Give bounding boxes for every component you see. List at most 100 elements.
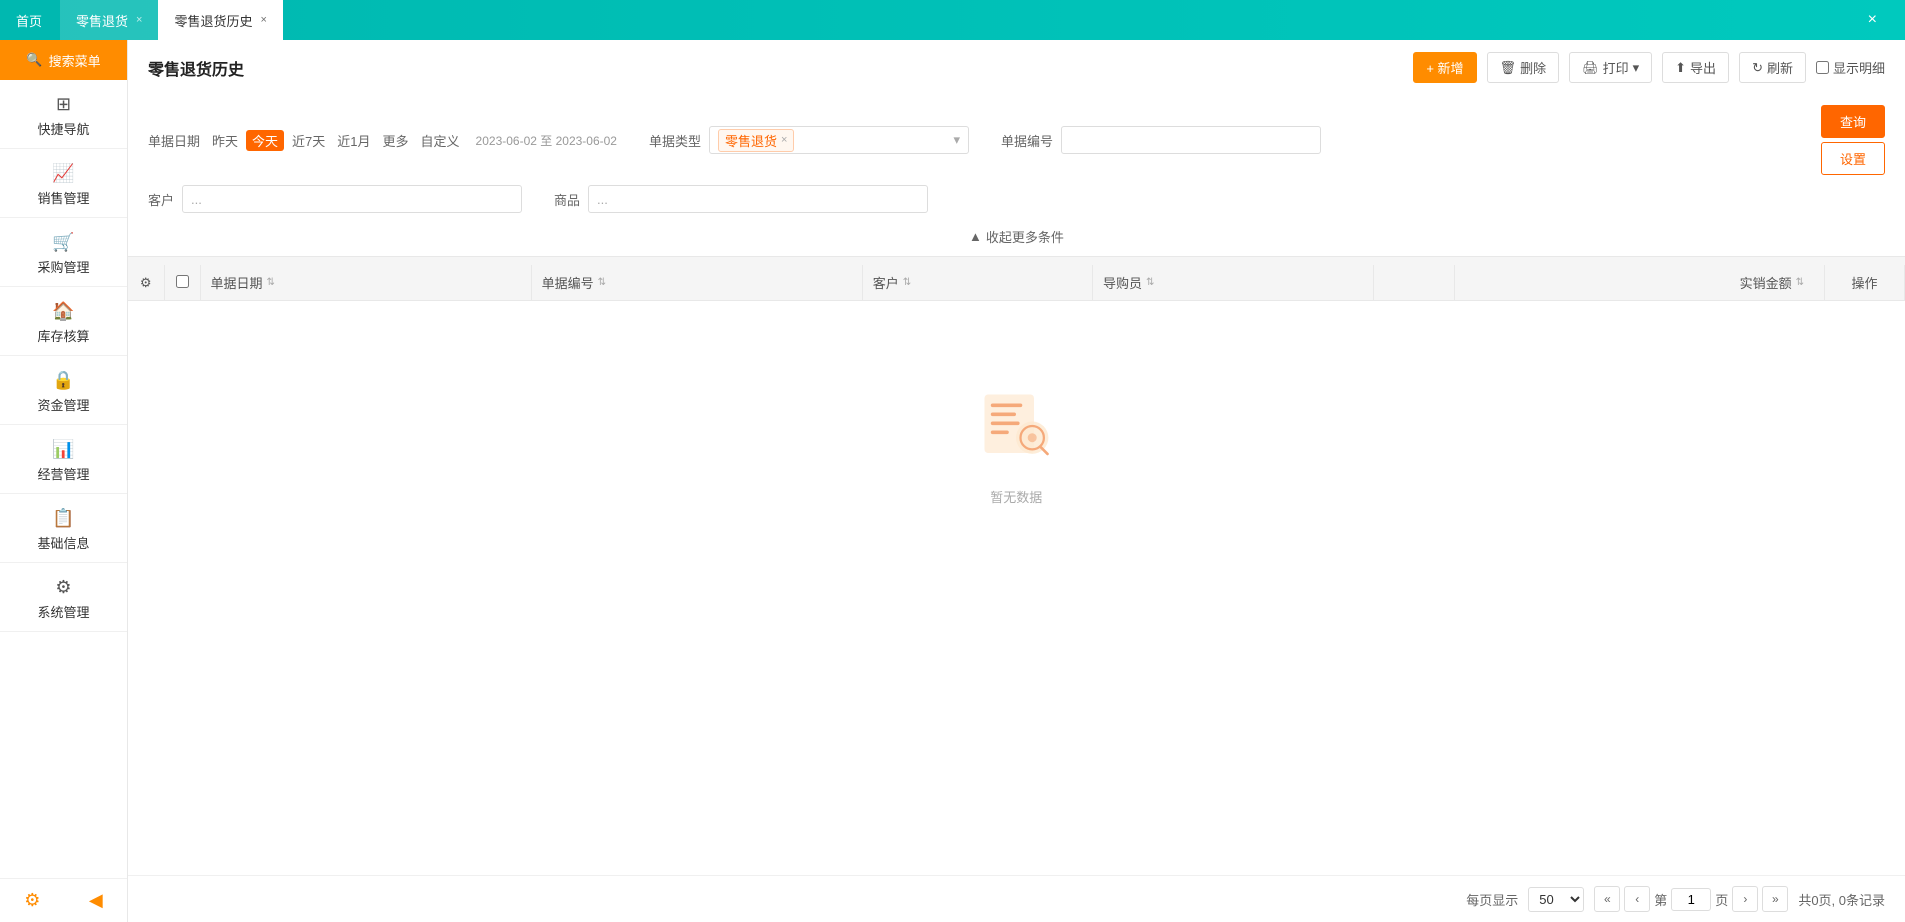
type-dropdown-icon: ▾ (953, 132, 960, 148)
search-icon: 🔍 (26, 52, 42, 68)
date-opt-more[interactable]: 更多 (379, 130, 413, 151)
date-range-text: 2023-06-02 至 2023-06-02 (476, 132, 617, 149)
operations-icon: 📊 (52, 439, 74, 460)
page-number-input[interactable] (1671, 888, 1711, 911)
filter-area: 单据日期 昨天 今天 近7天 近1月 更多 自定义 2023-06-02 至 2… (148, 95, 1885, 256)
refresh-button[interactable]: ↻ 刷新 (1739, 52, 1806, 83)
sidebar-search[interactable]: 🔍 搜索菜单 (0, 40, 127, 80)
sidebar-item-label: 资金管理 (37, 395, 89, 414)
type-filter-select[interactable]: 零售退货 × ▾ (709, 126, 969, 154)
more-conditions: ▲ 收起更多条件 (148, 223, 1885, 256)
table-header-customer: 客户 ⇅ (862, 265, 1092, 301)
sort-guide-icon: ⇅ (1146, 277, 1154, 288)
sidebar-item-system[interactable]: ⚙ 系统管理 (0, 563, 127, 632)
export-button[interactable]: ⬆ 导出 (1662, 52, 1729, 83)
window-close-button[interactable]: × (1856, 11, 1889, 29)
sidebar-bottom: ⚙ ◀ (0, 878, 127, 922)
sidebar-item-operations[interactable]: 📊 经营管理 (0, 425, 127, 494)
sidebar-item-sales-mgmt[interactable]: 📈 销售管理 (0, 149, 127, 218)
sidebar: 🔍 搜索菜单 ⊞ 快捷导航 📈 销售管理 🛒 采购管理 🏠 库存核算 🔒 (0, 40, 128, 922)
sidebar-item-inventory[interactable]: 🏠 库存核算 (0, 287, 127, 356)
tab-home[interactable]: 首页 (0, 0, 58, 40)
page-prev-button[interactable]: ‹ (1624, 886, 1650, 912)
table-header-guide: 导购员 ⇅ (1092, 265, 1373, 301)
print-button[interactable]: 🖨 打印 ▾ (1569, 52, 1652, 83)
pagination-nav: « ‹ 第 页 › » (1594, 886, 1788, 912)
sidebar-item-finance[interactable]: 🔒 资金管理 (0, 356, 127, 425)
sidebar-item-label: 采购管理 (37, 257, 89, 276)
tab-close-retail-return-history[interactable]: × (260, 14, 266, 26)
sort-date[interactable]: 单据日期 ⇅ (211, 273, 521, 292)
table-header: ⚙ 单据日期 ⇅ 单据编号 (128, 265, 1905, 301)
print-icon: 🖨 (1582, 60, 1599, 76)
show-detail-checkbox-label[interactable]: 显示明细 (1816, 58, 1885, 77)
sidebar-items: ⊞ 快捷导航 📈 销售管理 🛒 采购管理 🏠 库存核算 🔒 资金管理 📊 (0, 80, 127, 878)
sidebar-item-basic-info[interactable]: 📋 基础信息 (0, 494, 127, 563)
date-opt-today[interactable]: 今天 (246, 130, 284, 151)
sort-amount-icon: ⇅ (1796, 277, 1804, 288)
tab-close-retail-return[interactable]: × (136, 14, 142, 26)
type-tag: 零售退货 × (718, 129, 794, 152)
per-page-select[interactable]: 50 10 20 100 (1528, 887, 1584, 912)
refresh-icon: ↻ (1752, 60, 1763, 76)
page-last-button[interactable]: » (1762, 886, 1788, 912)
sidebar-item-purchase-mgmt[interactable]: 🛒 采购管理 (0, 218, 127, 287)
show-detail-checkbox[interactable] (1816, 61, 1829, 74)
collapse-sidebar-icon[interactable]: ◀ (89, 890, 103, 911)
sort-number[interactable]: 单据编号 ⇅ (542, 273, 852, 292)
empty-state: 暂无数据 (128, 301, 1905, 586)
date-opt-7days[interactable]: 近7天 (288, 130, 329, 151)
table-header-checkbox (164, 265, 200, 301)
table-header-amount: 实销金额 ⇅ (1455, 265, 1825, 301)
date-opt-yesterday[interactable]: 昨天 (208, 130, 242, 151)
settings-bottom-icon[interactable]: ⚙ (24, 890, 40, 911)
sidebar-item-label: 库存核算 (37, 326, 89, 345)
table-header-date: 单据日期 ⇅ (200, 265, 531, 301)
customer-filter-label: 客户 (148, 190, 174, 209)
sort-guide[interactable]: 导购员 ⇅ (1103, 273, 1363, 292)
action-buttons: 查询 设置 (1821, 105, 1885, 175)
page-first-button[interactable]: « (1594, 886, 1620, 912)
table-header-settings[interactable]: ⚙ (128, 265, 164, 301)
date-filter-group: 单据日期 昨天 今天 近7天 近1月 更多 自定义 2023-06-02 至 2… (148, 130, 617, 151)
date-opt-custom[interactable]: 自定义 (417, 130, 464, 151)
finance-icon: 🔒 (52, 370, 74, 391)
sidebar-item-quick-nav[interactable]: ⊞ 快捷导航 (0, 80, 127, 149)
delete-button[interactable]: 🗑 删除 (1487, 52, 1560, 83)
pagination-bar: 每页显示 50 10 20 100 « ‹ 第 页 › » 共0页, 0条记录 (128, 875, 1905, 922)
customer-dotdot: ... (191, 192, 202, 207)
goods-dotdot: ... (597, 192, 608, 207)
empty-state-text: 暂无数据 (990, 487, 1042, 506)
type-filter-group: 单据类型 零售退货 × ▾ (649, 126, 969, 154)
goods-filter-select[interactable]: ... (588, 185, 928, 213)
number-filter-input[interactable] (1061, 126, 1321, 154)
export-icon: ⬆ (1675, 60, 1686, 76)
number-filter-group: 单据编号 (1001, 126, 1321, 154)
sort-amount[interactable]: 实销金额 ⇅ (1465, 273, 1804, 292)
data-table: ⚙ 单据日期 ⇅ 单据编号 (128, 265, 1905, 586)
empty-state-row: 暂无数据 (128, 301, 1905, 587)
sidebar-item-label: 经营管理 (37, 464, 89, 483)
print-dropdown-icon: ▾ (1633, 60, 1640, 76)
tab-retail-return[interactable]: 零售退货 × (60, 0, 158, 40)
sort-customer[interactable]: 客户 ⇅ (873, 273, 1082, 292)
query-button[interactable]: 查询 (1821, 105, 1885, 138)
purchase-icon: 🛒 (52, 232, 74, 253)
page-header: 零售退货历史 + 新增 🗑 删除 🖨 打印 ▾ ⬆ (128, 40, 1905, 257)
select-all-checkbox[interactable] (176, 275, 189, 288)
new-button[interactable]: + 新增 (1413, 52, 1476, 83)
goods-filter-group: 商品 ... (554, 185, 928, 213)
goods-filter-label: 商品 (554, 190, 580, 209)
collapse-conditions-button[interactable]: ▲ 收起更多条件 (969, 227, 1064, 246)
collapse-icon: ▲ (969, 229, 982, 244)
type-tag-close[interactable]: × (781, 134, 787, 146)
customer-filter-select[interactable]: ... (182, 185, 522, 213)
per-page-label: 每页显示 (1466, 890, 1518, 909)
date-opt-1month[interactable]: 近1月 (333, 130, 374, 151)
page-next-button[interactable]: › (1732, 886, 1758, 912)
sort-date-icon: ⇅ (267, 277, 275, 288)
main-layout: 🔍 搜索菜单 ⊞ 快捷导航 📈 销售管理 🛒 采购管理 🏠 库存核算 🔒 (0, 40, 1905, 922)
set-button[interactable]: 设置 (1821, 142, 1885, 175)
tab-retail-return-history[interactable]: 零售退货历史 × (158, 0, 282, 40)
filter-row-2: 客户 ... 商品 ... (148, 185, 1885, 213)
